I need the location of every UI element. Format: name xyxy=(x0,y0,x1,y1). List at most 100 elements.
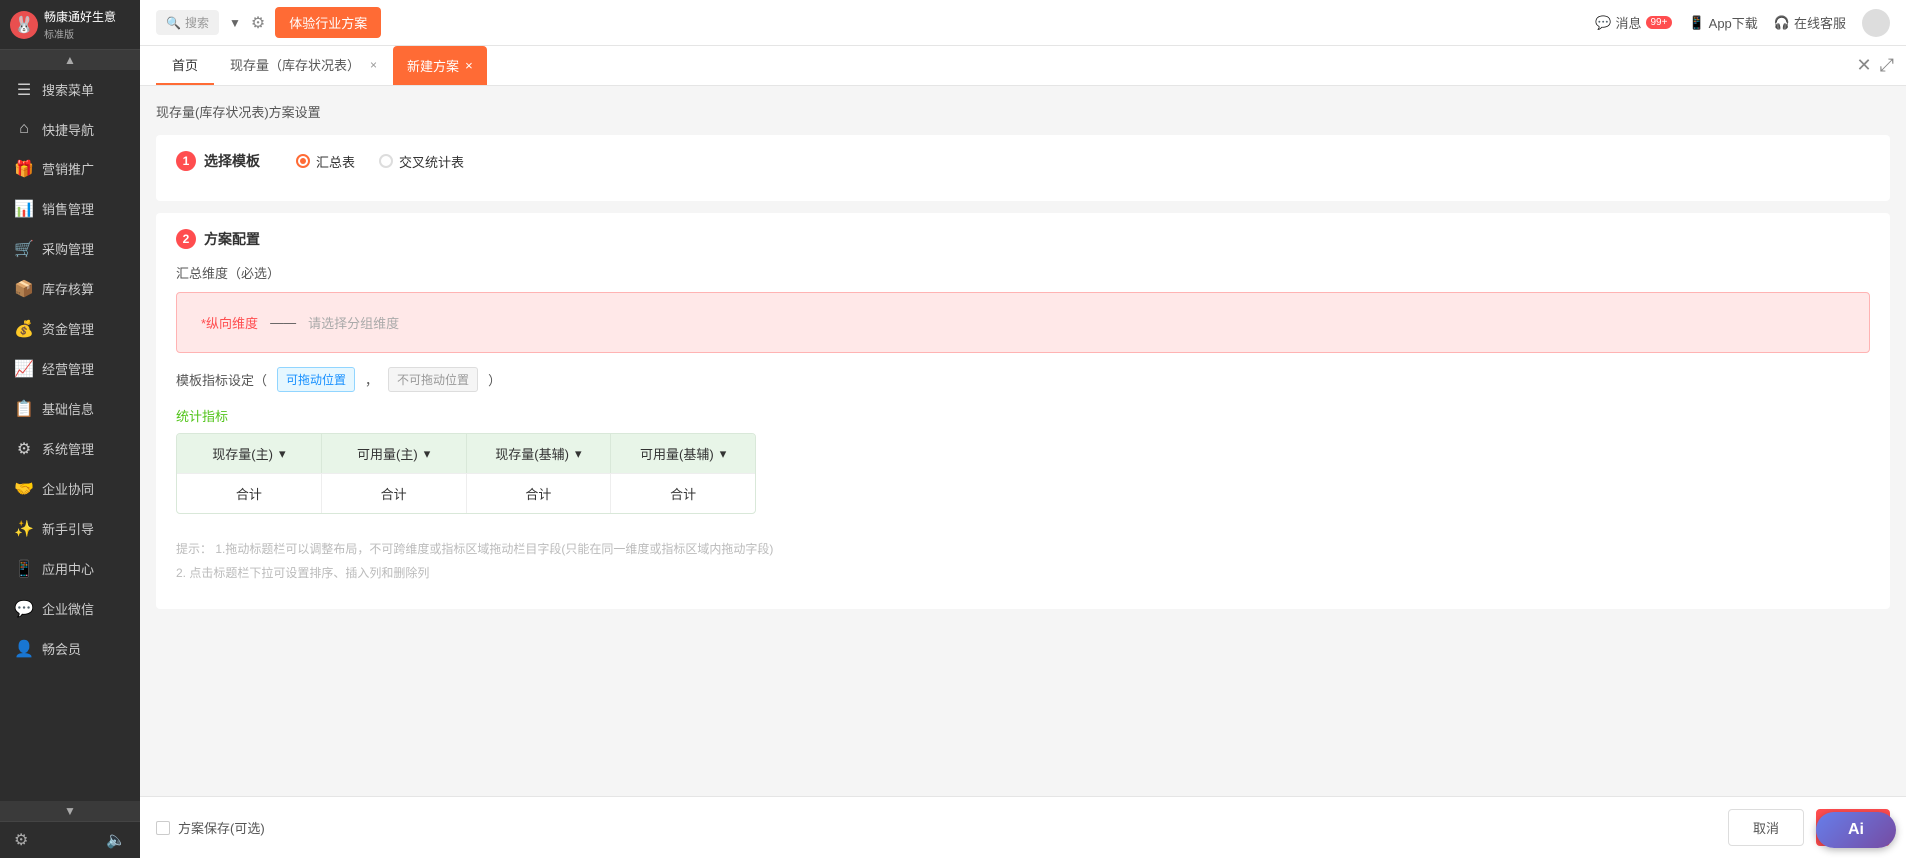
sidebar-item-enterprise[interactable]: 🤝 企业协同 xyxy=(0,469,140,509)
sidebar-item-quick-nav[interactable]: ⌂ 快捷导航 xyxy=(0,110,140,149)
section-plan-config: 2 方案配置 汇总维度（必选） *纵向维度 —— 请选择分组维度 模板指标设定（… xyxy=(156,213,1890,609)
stats-title: 统计指标 xyxy=(176,406,1870,425)
newbie-icon: ✨ xyxy=(14,519,34,539)
trial-button[interactable]: 体验行业方案 xyxy=(275,7,381,38)
app-download-label: App下载 xyxy=(1709,13,1758,32)
sidebar-item-wechat[interactable]: 💬 企业微信 xyxy=(0,589,140,629)
app-icon: 📱 xyxy=(1688,15,1704,31)
sidebar-items: ☰ 搜索菜单 ⌂ 快捷导航 🎁 营销推广 📊 销售管理 🛒 采购管理 📦 库存核… xyxy=(0,70,140,801)
operations-icon: 📈 xyxy=(14,359,34,379)
tab-new-plan[interactable]: 新建方案 × xyxy=(393,46,487,85)
stats-cell-4: 合计 xyxy=(611,473,755,513)
close-window-icon[interactable]: ✕ xyxy=(1857,55,1872,76)
stats-table: 现存量(主) ▾ 可用量(主) ▾ 现存量(基辅) ▾ 可用量(基辅) xyxy=(176,433,756,514)
search-icon: 🔍 xyxy=(166,16,181,30)
sidebar-label-operations: 经营管理 xyxy=(42,359,94,378)
system-icon: ⚙ xyxy=(14,439,34,459)
stats-col-2-header[interactable]: 可用量(主) ▾ xyxy=(322,434,467,473)
cancel-button[interactable]: 取消 xyxy=(1728,809,1804,846)
sidebar-item-purchase[interactable]: 🛒 采购管理 xyxy=(0,229,140,269)
wechat-icon: 💬 xyxy=(14,599,34,619)
radio-summary-dot xyxy=(296,154,310,168)
sidebar-label-enterprise: 企业协同 xyxy=(42,479,94,498)
sidebar-label-newbie: 新手引导 xyxy=(42,519,94,538)
radio-summary[interactable]: 汇总表 xyxy=(296,152,355,171)
enterprise-icon: 🤝 xyxy=(14,479,34,499)
stats-cell-1: 合计 xyxy=(177,473,322,513)
radio-cross[interactable]: 交叉统计表 xyxy=(379,152,464,171)
dimension-box[interactable]: *纵向维度 —— 请选择分组维度 xyxy=(176,292,1870,353)
user-avatar[interactable] xyxy=(1862,9,1890,37)
sidebar-label-apps: 应用中心 xyxy=(42,559,94,578)
quick-nav-icon: ⌂ xyxy=(14,120,34,138)
stats-col-2-label: 可用量(主) xyxy=(357,444,418,463)
app-download-item[interactable]: 📱 App下载 xyxy=(1688,13,1757,32)
tab-new-label: 新建方案 xyxy=(407,56,459,75)
ai-fab-button[interactable]: Ai xyxy=(1816,812,1896,848)
messages-item[interactable]: 💬 消息 99+ xyxy=(1595,13,1672,32)
logo-badge: 标准版 xyxy=(44,26,116,41)
search-placeholder: 搜索 xyxy=(185,14,209,31)
tabs-bar: 首页 现存量（库存状况表） × 新建方案 × ✕ ⤢ xyxy=(140,46,1906,86)
sidebar-item-member[interactable]: 👤 畅会员 xyxy=(0,629,140,669)
topbar-left: 🔍 搜索 ▼ ⚙ 体验行业方案 xyxy=(156,7,381,38)
bottom-bar: 方案保存(可选) 取消 查询 xyxy=(140,796,1906,858)
stats-col-4-chevron: ▾ xyxy=(720,446,727,462)
indicator-draggable-tag: 可拖动位置 xyxy=(277,367,355,392)
save-label: 方案保存(可选) xyxy=(178,818,265,837)
radio-summary-label: 汇总表 xyxy=(316,152,355,171)
sidebar-label-member: 畅会员 xyxy=(42,639,81,658)
sidebar-item-system[interactable]: ⚙ 系统管理 xyxy=(0,429,140,469)
stats-col-3-label: 现存量(基辅) xyxy=(495,444,569,463)
sidebar-item-finance[interactable]: 💰 资金管理 xyxy=(0,309,140,349)
sales-icon: 📊 xyxy=(14,199,34,219)
sidebar-label-marketing: 营销推广 xyxy=(42,159,94,178)
tab-home[interactable]: 首页 xyxy=(156,46,214,85)
stats-col-4-header[interactable]: 可用量(基辅) ▾ xyxy=(611,434,755,473)
online-service-item[interactable]: 🎧 在线客服 xyxy=(1774,13,1846,32)
indicator-separator: ， xyxy=(365,370,378,389)
sidebar-label-search-menu: 搜索菜单 xyxy=(42,80,94,99)
logo-name: 畅康通好生意 xyxy=(44,10,116,26)
sidebar-item-inventory[interactable]: 📦 库存核算 xyxy=(0,269,140,309)
tab-inventory-close[interactable]: × xyxy=(370,58,377,72)
stats-col-1-header[interactable]: 现存量(主) ▾ xyxy=(177,434,322,473)
indicator-label: 模板指标设定（ xyxy=(176,370,267,389)
indicator-fixed-tag: 不可拖动位置 xyxy=(388,367,478,392)
stats-header: 现存量(主) ▾ 可用量(主) ▾ 现存量(基辅) ▾ 可用量(基辅) xyxy=(177,434,755,473)
message-icon: 💬 xyxy=(1595,15,1611,31)
sidebar-scroll-up[interactable]: ▲ xyxy=(0,50,140,70)
expand-window-icon[interactable]: ⤢ xyxy=(1880,55,1894,76)
dimension-arrow: —— xyxy=(270,315,296,330)
topbar-right: 💬 消息 99+ 📱 App下载 🎧 在线客服 xyxy=(1595,9,1890,37)
sidebar-label-finance: 资金管理 xyxy=(42,319,94,338)
finance-icon: 💰 xyxy=(14,319,34,339)
sidebar-item-apps[interactable]: 📱 应用中心 xyxy=(0,549,140,589)
tab-new-close[interactable]: × xyxy=(465,58,473,73)
section-choose-template: 1 选择模板 汇总表 交叉统计表 xyxy=(156,135,1890,201)
sidebar-item-basic-info[interactable]: 📋 基础信息 xyxy=(0,389,140,429)
section1-header: 1 选择模板 汇总表 交叉统计表 xyxy=(176,151,1870,171)
dimension-placeholder: 请选择分组维度 xyxy=(308,313,399,332)
topbar-gear-icon[interactable]: ⚙ xyxy=(251,13,265,33)
sidebar-item-operations[interactable]: 📈 经营管理 xyxy=(0,349,140,389)
sidebar-item-marketing[interactable]: 🎁 营销推广 xyxy=(0,149,140,189)
inventory-icon: 📦 xyxy=(14,279,34,299)
search-box[interactable]: 🔍 搜索 xyxy=(156,10,219,35)
stats-col-1-chevron: ▾ xyxy=(279,446,286,462)
tab-expand: ✕ ⤢ xyxy=(1845,55,1906,76)
save-checkbox[interactable] xyxy=(156,821,170,835)
sound-icon[interactable]: 🔈 xyxy=(106,830,126,850)
topbar-dropdown[interactable]: ▼ xyxy=(229,16,241,30)
sidebar-item-search-menu[interactable]: ☰ 搜索菜单 xyxy=(0,70,140,110)
hint-section: 提示： 1.拖动标题栏可以调整布局，不可跨维度或指标区域拖动栏目字段(只能在同一… xyxy=(176,529,1870,593)
stats-col-1-label: 现存量(主) xyxy=(212,444,273,463)
sidebar-scroll-down[interactable]: ▼ xyxy=(0,801,140,821)
stats-col-3-header[interactable]: 现存量(基辅) ▾ xyxy=(467,434,612,473)
sidebar-item-newbie[interactable]: ✨ 新手引导 xyxy=(0,509,140,549)
tab-inventory-status[interactable]: 现存量（库存状况表） × xyxy=(214,46,393,85)
step2-badge: 2 xyxy=(176,229,196,249)
settings-icon[interactable]: ⚙ xyxy=(14,830,28,850)
sidebar-label-basic-info: 基础信息 xyxy=(42,399,94,418)
sidebar-item-sales[interactable]: 📊 销售管理 xyxy=(0,189,140,229)
